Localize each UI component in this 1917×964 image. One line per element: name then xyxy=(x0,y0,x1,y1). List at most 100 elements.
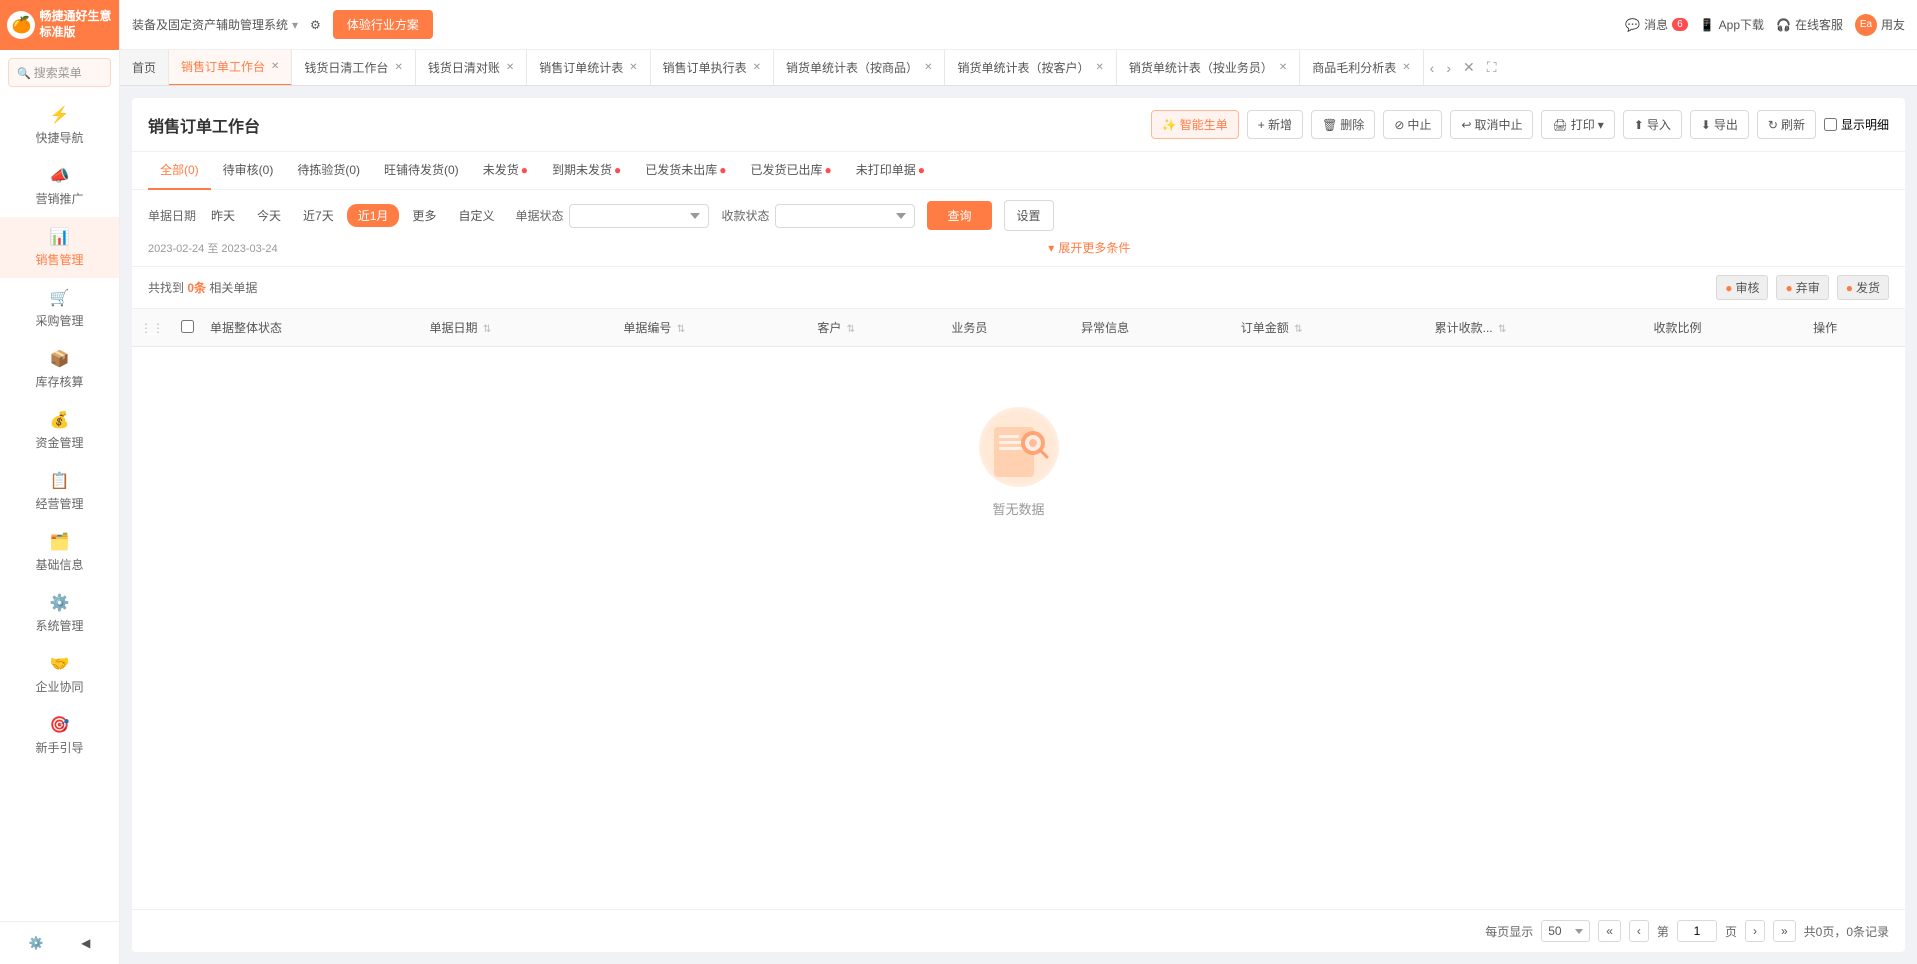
import-button[interactable]: ⬆ 导入 xyxy=(1623,110,1682,139)
empty-text: 暂无数据 xyxy=(992,499,1044,518)
date-more-btn[interactable]: 更多 xyxy=(403,204,445,227)
sidebar-item-system[interactable]: ⚙️ 系统管理 xyxy=(0,583,119,644)
tab-next-button[interactable]: › xyxy=(1440,60,1457,76)
online-service-button[interactable]: 🎧 在线客服 xyxy=(1776,16,1843,33)
filter-bar: 单据日期 昨天 今天 近7天 近1月 更多 自定义 单据状态 xyxy=(132,190,1905,267)
tab-cash-daily[interactable]: 钱货日清工作台 ✕ xyxy=(292,50,415,86)
page-prev-button[interactable]: ‹ xyxy=(1629,920,1649,942)
date-yesterday-btn[interactable]: 昨天 xyxy=(202,204,244,227)
sidebar-item-quicknav[interactable]: ⚡ 快捷导航 xyxy=(0,95,119,156)
filter-tab-wangpu[interactable]: 旺铺待发货(0) xyxy=(372,152,471,190)
tab-sales-workbench[interactable]: 销售订单工作台 ✕ xyxy=(169,50,292,86)
filter-tab-pending[interactable]: 待审核(0) xyxy=(211,152,286,190)
amount-sort-icon[interactable]: ⇅ xyxy=(1294,324,1302,335)
new-button[interactable]: + 新增 xyxy=(1247,110,1303,139)
settings-icon-button[interactable]: ⚙ xyxy=(306,14,325,36)
show-detail-checkbox[interactable]: 显示明细 xyxy=(1824,116,1889,133)
reject-button[interactable]: ● 弃审 xyxy=(1776,275,1828,300)
tab-close-by-staff[interactable]: ✕ xyxy=(1279,62,1287,73)
page-last-button[interactable]: » xyxy=(1773,920,1796,942)
sidebar-settings-button[interactable]: ⚙️ xyxy=(25,932,48,954)
message-badge: 6 xyxy=(1672,18,1688,31)
search-menu-button[interactable]: 🔍 搜索菜单 xyxy=(8,58,111,87)
expand-conditions-button[interactable]: ▾ 展开更多条件 xyxy=(1048,239,1130,256)
trial-button[interactable]: 体验行业方案 xyxy=(333,10,433,39)
export-button[interactable]: ⬇ 导出 xyxy=(1690,110,1749,139)
overdue-ship-dot: ● xyxy=(614,163,621,177)
app-download-button[interactable]: 📱 App下载 xyxy=(1700,16,1764,33)
filter-setting-button[interactable]: 设置 xyxy=(1004,200,1054,231)
tab-close-all-button[interactable]: ✕ xyxy=(1457,59,1481,76)
no-sort-icon[interactable]: ⇅ xyxy=(677,324,685,335)
tab-home[interactable]: 首页 xyxy=(120,50,169,86)
print-button[interactable]: 🖨 打印 ▾ xyxy=(1541,110,1614,139)
abort-icon: ⊘ xyxy=(1394,118,1404,132)
tab-close-sales-workbench[interactable]: ✕ xyxy=(271,61,279,72)
sidebar-item-guide[interactable]: 🎯 新手引导 xyxy=(0,705,119,766)
sidebar-item-inventory[interactable]: 📦 库存核算 xyxy=(0,339,119,400)
tab-close-cash-reconcile[interactable]: ✕ xyxy=(506,62,514,73)
date-recent7-btn[interactable]: 近7天 xyxy=(294,204,343,227)
tab-close-sales-stat[interactable]: ✕ xyxy=(629,62,637,73)
filter-tab-overdue-ship[interactable]: 到期未发货● xyxy=(540,152,633,190)
tab-maximize-button[interactable]: ⛶ xyxy=(1481,59,1503,76)
ai-generate-button[interactable]: ✨ 智能生单 xyxy=(1151,110,1239,139)
refresh-button[interactable]: ↻ 刷新 xyxy=(1757,110,1816,139)
date-today-btn[interactable]: 今天 xyxy=(248,204,290,227)
show-detail-input[interactable] xyxy=(1824,118,1837,131)
tab-prev-button[interactable]: ‹ xyxy=(1424,60,1441,76)
tab-cash-reconcile[interactable]: 钱货日清对账 ✕ xyxy=(416,50,527,86)
module-dropdown-icon[interactable]: ▾ xyxy=(292,18,298,32)
customer-sort-icon[interactable]: ⇅ xyxy=(847,324,855,335)
query-button[interactable]: 查询 xyxy=(927,201,991,230)
date-custom-btn[interactable]: 自定义 xyxy=(449,204,503,227)
user-button[interactable]: Ea 用友 xyxy=(1855,14,1905,36)
sidebar-bottom: ⚙️ ◀ xyxy=(0,921,119,964)
tab-sales-by-customer[interactable]: 销货单统计表（按客户） ✕ xyxy=(945,50,1116,86)
payment-select[interactable] xyxy=(775,204,915,228)
tab-close-by-customer[interactable]: ✕ xyxy=(1095,62,1103,73)
message-button[interactable]: 💬 消息 6 xyxy=(1625,16,1688,33)
select-all-checkbox[interactable] xyxy=(181,320,194,333)
inventory-icon: 📦 xyxy=(50,349,70,369)
sidebar-item-enterprise[interactable]: 🤝 企业协同 xyxy=(0,644,119,705)
sidebar-item-finance[interactable]: 💰 资金管理 xyxy=(0,400,119,461)
filter-tab-shipped-no-out[interactable]: 已发货未出库● xyxy=(633,152,738,190)
page-number-input[interactable] xyxy=(1677,920,1717,942)
ship-button[interactable]: ● 发货 xyxy=(1837,275,1889,300)
filter-tab-shipped-out[interactable]: 已发货已出库● xyxy=(738,152,843,190)
sidebar-item-basic[interactable]: 🗂️ 基础信息 xyxy=(0,522,119,583)
status-select[interactable] xyxy=(569,204,709,228)
no-ship-dot: ● xyxy=(521,163,528,177)
tab-sales-stat[interactable]: 销售订单统计表 ✕ xyxy=(527,50,650,86)
delete-button[interactable]: 🗑 删除 xyxy=(1311,110,1375,139)
tab-sales-exec[interactable]: 销售订单执行表 ✕ xyxy=(651,50,774,86)
sidebar-collapse-button[interactable]: ◀ xyxy=(77,932,94,954)
cancel-abort-button[interactable]: ↩ 取消中止 xyxy=(1450,110,1533,139)
date-recent1m-btn[interactable]: 近1月 xyxy=(347,204,400,227)
sidebar-item-sales[interactable]: 📊 销售管理 xyxy=(0,217,119,278)
sidebar-item-operation[interactable]: 📋 经营管理 xyxy=(0,461,119,522)
date-sort-icon[interactable]: ⇅ xyxy=(483,324,491,335)
sales-icon: 📊 xyxy=(50,227,70,247)
stats-bar: 共找到 0条 相关单据 ● 审核 ● 弃审 ● 发货 xyxy=(132,267,1905,309)
tab-gross-margin[interactable]: 商品毛利分析表 ✕ xyxy=(1300,50,1423,86)
page-next-button[interactable]: › xyxy=(1745,920,1765,942)
sidebar-item-marketing[interactable]: 📣 营销推广 xyxy=(0,156,119,217)
page-first-button[interactable]: « xyxy=(1598,920,1621,942)
filter-tab-all[interactable]: 全部(0) xyxy=(148,152,211,190)
tab-close-by-product[interactable]: ✕ xyxy=(924,62,932,73)
review-button[interactable]: ● 审核 xyxy=(1716,275,1768,300)
tab-close-cash-daily[interactable]: ✕ xyxy=(394,62,402,73)
tab-close-sales-exec[interactable]: ✕ xyxy=(753,62,761,73)
abort-button[interactable]: ⊘ 中止 xyxy=(1383,110,1442,139)
filter-tab-pending-check[interactable]: 待拣验货(0) xyxy=(285,152,372,190)
filter-tab-no-print[interactable]: 未打印单据● xyxy=(844,152,937,190)
tab-sales-by-product[interactable]: 销货单统计表（按商品） ✕ xyxy=(774,50,945,86)
collected-sort-icon[interactable]: ⇅ xyxy=(1498,324,1506,335)
page-size-select[interactable]: 10 20 50 100 xyxy=(1541,920,1590,942)
filter-tab-no-ship[interactable]: 未发货● xyxy=(471,152,540,190)
tab-close-gross-margin[interactable]: ✕ xyxy=(1402,62,1410,73)
sidebar-item-purchase[interactable]: 🛒 采购管理 xyxy=(0,278,119,339)
tab-sales-by-staff[interactable]: 销货单统计表（按业务员） ✕ xyxy=(1117,50,1300,86)
